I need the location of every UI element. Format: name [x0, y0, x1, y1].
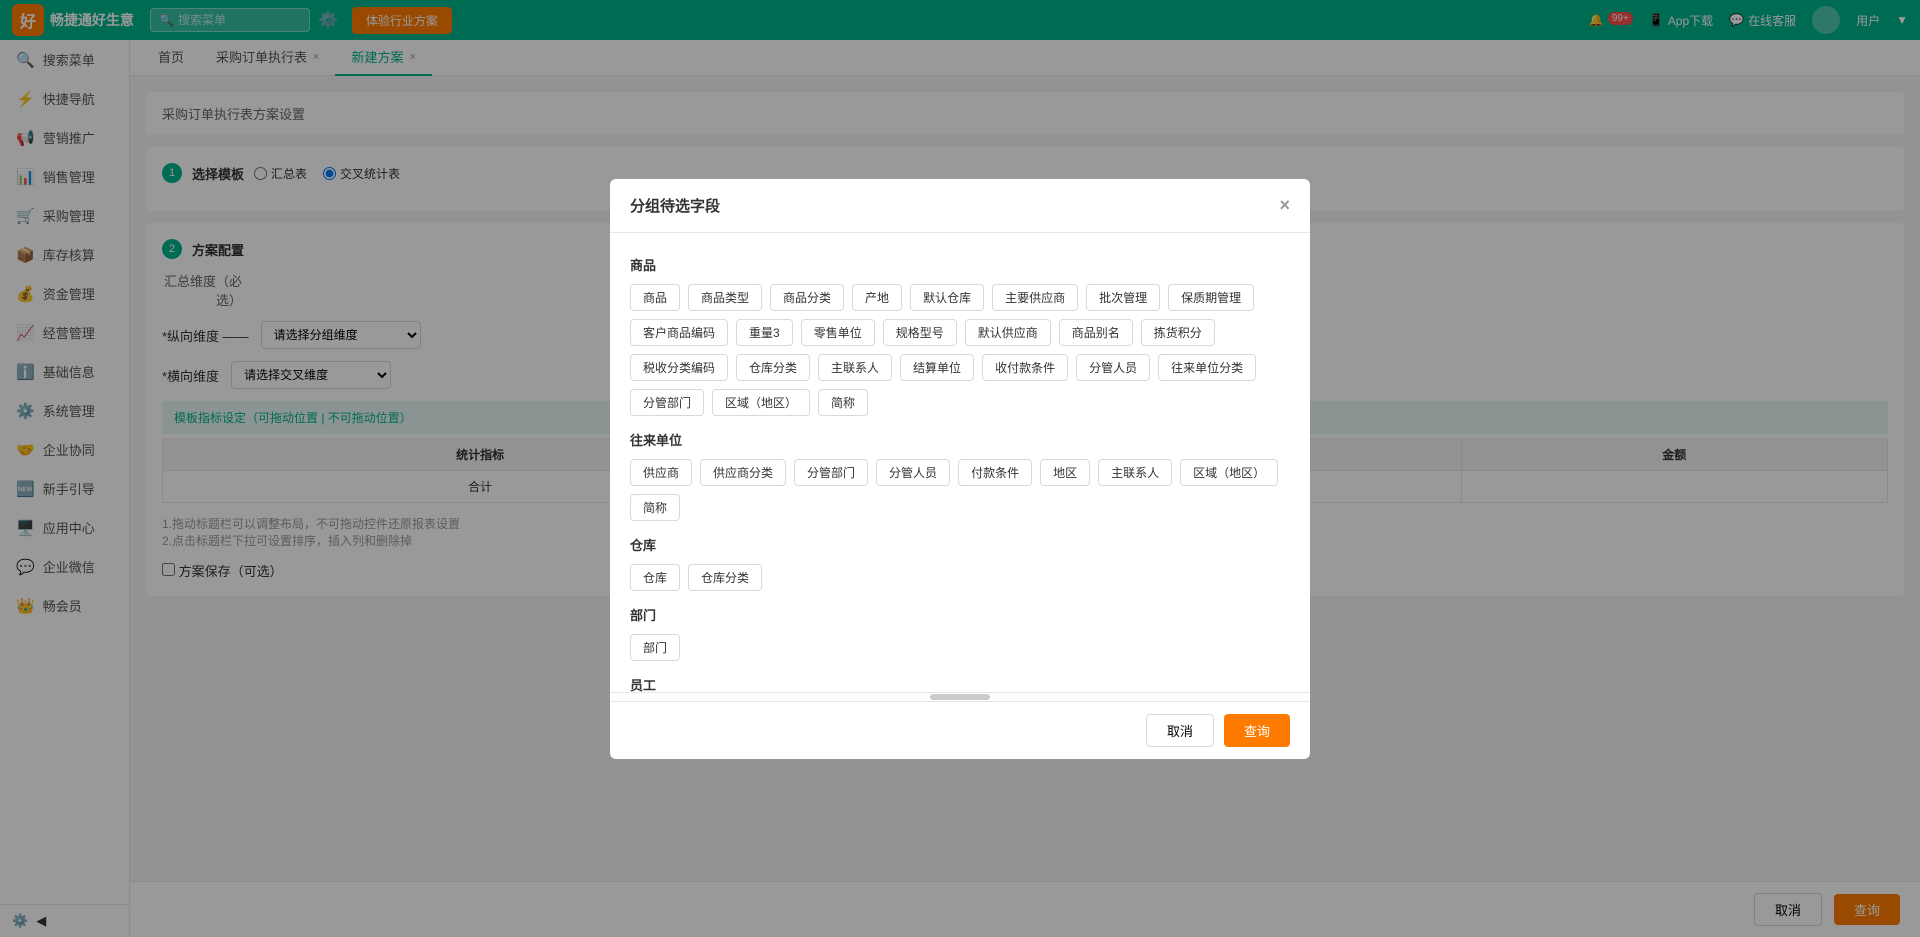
- tag-product-3[interactable]: 产地: [852, 284, 902, 311]
- tag-product-20[interactable]: 分管人员: [1076, 354, 1150, 381]
- tag-partner-3[interactable]: 分管人员: [876, 459, 950, 486]
- modal-overlay[interactable]: 分组待选字段 × 商品 商品 商品类型 商品分类 产地 默认仓库 主要供应商 批…: [0, 0, 1920, 937]
- section-title-staff: 员工: [630, 675, 1290, 692]
- tag-product-4[interactable]: 默认仓库: [910, 284, 984, 311]
- modal-header: 分组待选字段 ×: [610, 179, 1310, 233]
- modal-close-btn[interactable]: ×: [1279, 195, 1290, 216]
- modal-confirm-btn[interactable]: 查询: [1224, 714, 1290, 747]
- tag-product-14[interactable]: 拣货积分: [1141, 319, 1215, 346]
- tag-partner-2[interactable]: 分管部门: [794, 459, 868, 486]
- tag-product-21[interactable]: 往来单位分类: [1158, 354, 1256, 381]
- tag-product-15[interactable]: 税收分类编码: [630, 354, 728, 381]
- tag-product-17[interactable]: 主联系人: [818, 354, 892, 381]
- tag-product-9[interactable]: 重量3: [736, 319, 793, 346]
- tags-warehouse: 仓库 仓库分类: [630, 564, 1290, 591]
- tag-product-10[interactable]: 零售单位: [801, 319, 875, 346]
- tags-dept: 部门: [630, 634, 1290, 661]
- section-title-partner: 往来单位: [630, 430, 1290, 449]
- tag-partner-6[interactable]: 主联系人: [1098, 459, 1172, 486]
- tag-partner-1[interactable]: 供应商分类: [700, 459, 786, 486]
- modal-body: 商品 商品 商品类型 商品分类 产地 默认仓库 主要供应商 批次管理 保质期管理…: [610, 233, 1310, 692]
- tag-warehouse-0[interactable]: 仓库: [630, 564, 680, 591]
- tag-product-19[interactable]: 收付款条件: [982, 354, 1068, 381]
- tag-product-18[interactable]: 结算单位: [900, 354, 974, 381]
- section-title-warehouse: 仓库: [630, 535, 1290, 554]
- tag-product-7[interactable]: 保质期管理: [1168, 284, 1254, 311]
- tag-partner-7[interactable]: 区域（地区）: [1180, 459, 1278, 486]
- tags-product: 商品 商品类型 商品分类 产地 默认仓库 主要供应商 批次管理 保质期管理 客户…: [630, 284, 1290, 416]
- tag-product-24[interactable]: 简称: [818, 389, 868, 416]
- modal-hscrollbar[interactable]: [610, 692, 1310, 701]
- tag-partner-0[interactable]: 供应商: [630, 459, 692, 486]
- tag-product-5[interactable]: 主要供应商: [992, 284, 1078, 311]
- tag-product-16[interactable]: 仓库分类: [736, 354, 810, 381]
- tag-partner-4[interactable]: 付款条件: [958, 459, 1032, 486]
- tag-product-8[interactable]: 客户商品编码: [630, 319, 728, 346]
- tag-product-23[interactable]: 区域（地区）: [712, 389, 810, 416]
- tag-product-0[interactable]: 商品: [630, 284, 680, 311]
- modal-dialog: 分组待选字段 × 商品 商品 商品类型 商品分类 产地 默认仓库 主要供应商 批…: [610, 179, 1310, 759]
- section-title-dept: 部门: [630, 605, 1290, 624]
- tag-product-2[interactable]: 商品分类: [770, 284, 844, 311]
- tag-product-12[interactable]: 默认供应商: [965, 319, 1051, 346]
- tag-product-22[interactable]: 分管部门: [630, 389, 704, 416]
- tag-dept-0[interactable]: 部门: [630, 634, 680, 661]
- modal-cancel-btn[interactable]: 取消: [1146, 714, 1214, 747]
- section-title-product: 商品: [630, 255, 1290, 274]
- tag-partner-8[interactable]: 简称: [630, 494, 680, 521]
- tags-partner: 供应商 供应商分类 分管部门 分管人员 付款条件 地区 主联系人 区域（地区） …: [630, 459, 1290, 521]
- tag-product-11[interactable]: 规格型号: [883, 319, 957, 346]
- tag-product-13[interactable]: 商品别名: [1059, 319, 1133, 346]
- tag-warehouse-1[interactable]: 仓库分类: [688, 564, 762, 591]
- modal-footer: 取消 查询: [610, 701, 1310, 759]
- tag-product-1[interactable]: 商品类型: [688, 284, 762, 311]
- tag-partner-5[interactable]: 地区: [1040, 459, 1090, 486]
- modal-title: 分组待选字段: [630, 195, 720, 216]
- tag-product-6[interactable]: 批次管理: [1086, 284, 1160, 311]
